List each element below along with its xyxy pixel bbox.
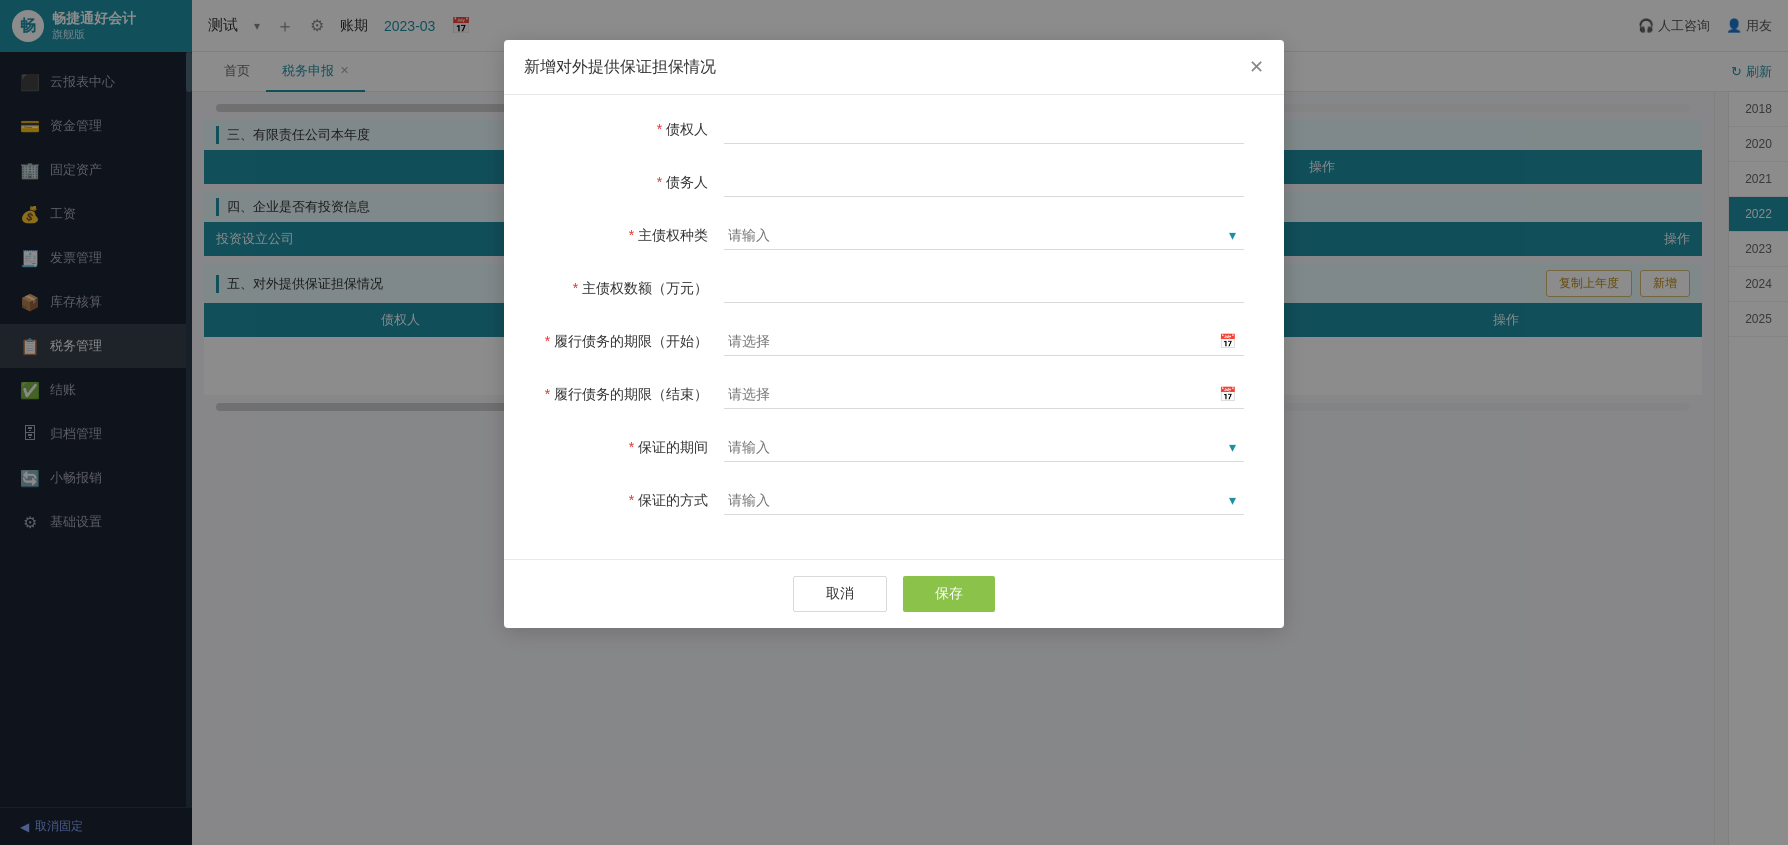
input-debtor[interactable] [724,168,1244,197]
modal-title: 新增对外提供保证担保情况 [524,57,716,78]
modal-dialog: 新增对外提供保证担保情况 ✕ * 债权人 * [504,40,1284,628]
form-row-guarantee-period: * 保证的期间 ▾ [544,433,1244,462]
date-end-calendar-icon[interactable]: 📅 [1211,386,1244,402]
form-row-debt-type: * 主债权种类 ▾ [544,221,1244,250]
select-guarantee-method[interactable] [724,486,1221,514]
form-row-guarantee-method: * 保证的方式 ▾ [544,486,1244,515]
label-guarantee-method: * 保证的方式 [544,492,724,510]
form-row-period-start: * 履行债务的期限（开始） 📅 [544,327,1244,356]
input-wrap-debt-amount [724,274,1244,303]
input-debt-amount[interactable] [724,274,1244,303]
date-wrap-period-start: 📅 [724,327,1244,356]
save-button[interactable]: 保存 [903,576,995,612]
form-row-debtor: * 债务人 [544,168,1244,197]
form-row-creditor: * 债权人 [544,115,1244,144]
date-wrap-period-end: 📅 [724,380,1244,409]
select-debt-type-arrow-icon[interactable]: ▾ [1221,227,1244,243]
label-creditor: * 债权人 [544,121,724,139]
label-debt-amount: * 主债权数额（万元） [544,280,724,298]
select-debt-type[interactable] [724,221,1221,249]
label-guarantee-period: * 保证的期间 [544,439,724,457]
input-wrap-debtor [724,168,1244,197]
date-period-end[interactable] [724,380,1211,408]
date-period-start[interactable] [724,327,1211,355]
form-row-period-end: * 履行债务的期限（结束） 📅 [544,380,1244,409]
label-debt-type: * 主债权种类 [544,227,724,245]
select-wrap-guarantee-period: ▾ [724,433,1244,462]
modal-footer: 取消 保存 [504,559,1284,628]
modal-body: * 债权人 * 债务人 [504,95,1284,559]
select-wrap-debt-type: ▾ [724,221,1244,250]
label-period-end: * 履行债务的期限（结束） [544,386,724,404]
input-creditor[interactable] [724,115,1244,144]
select-guarantee-period-arrow-icon[interactable]: ▾ [1221,439,1244,455]
modal-overlay: 新增对外提供保证担保情况 ✕ * 债权人 * [0,0,1788,845]
date-start-calendar-icon[interactable]: 📅 [1211,333,1244,349]
label-debtor: * 债务人 [544,174,724,192]
form-row-debt-amount: * 主债权数额（万元） [544,274,1244,303]
select-guarantee-method-arrow-icon[interactable]: ▾ [1221,492,1244,508]
input-wrap-creditor [724,115,1244,144]
modal-header: 新增对外提供保证担保情况 ✕ [504,40,1284,95]
select-wrap-guarantee-method: ▾ [724,486,1244,515]
cancel-button[interactable]: 取消 [793,576,887,612]
modal-close-icon[interactable]: ✕ [1249,56,1264,78]
select-guarantee-period[interactable] [724,433,1221,461]
label-period-start: * 履行债务的期限（开始） [544,333,724,351]
